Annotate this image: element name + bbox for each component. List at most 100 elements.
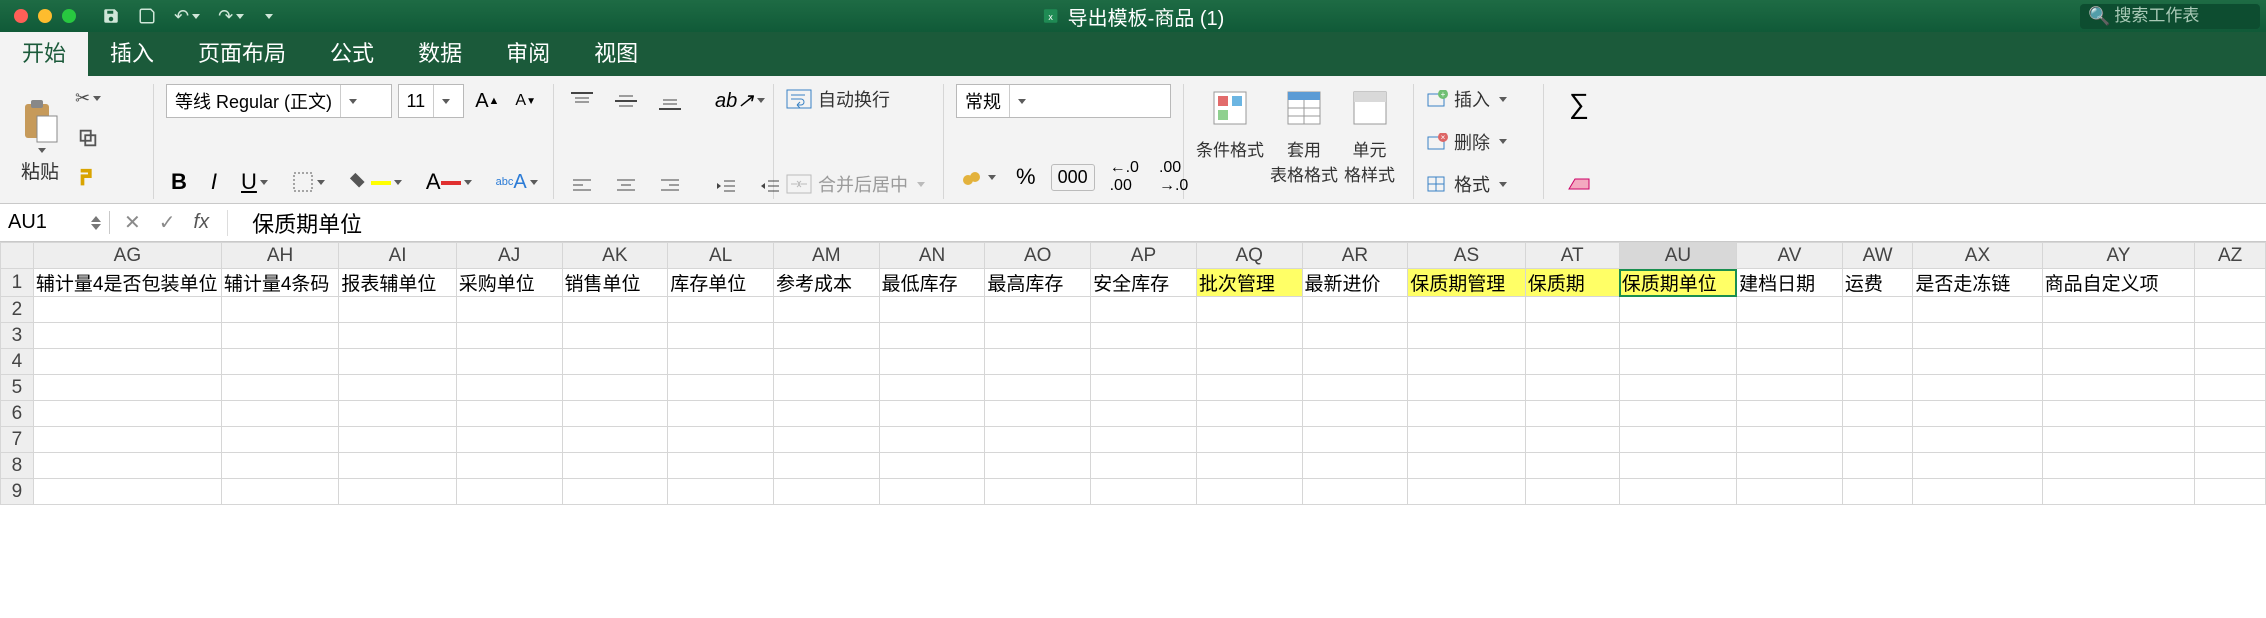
cell[interactable] — [1091, 375, 1197, 401]
column-header[interactable]: AJ — [456, 243, 562, 269]
cell[interactable] — [2042, 479, 2195, 505]
cell[interactable] — [1196, 453, 1302, 479]
qat-customize-icon[interactable] — [262, 14, 273, 19]
cell[interactable] — [1302, 427, 1408, 453]
cell[interactable] — [33, 453, 221, 479]
cell[interactable] — [2195, 453, 2266, 479]
cell[interactable] — [1091, 479, 1197, 505]
column-header[interactable]: AI — [339, 243, 456, 269]
cell[interactable] — [1913, 323, 2042, 349]
cell[interactable] — [1091, 323, 1197, 349]
cell[interactable] — [2042, 453, 2195, 479]
cell[interactable] — [1842, 323, 1912, 349]
cell[interactable] — [1196, 297, 1302, 323]
tab-page-layout[interactable]: 页面布局 — [176, 26, 308, 76]
autosum-button[interactable]: ∑ — [1556, 84, 1602, 124]
increase-font-button[interactable]: A▲ — [470, 86, 504, 117]
cell[interactable] — [773, 401, 879, 427]
cell[interactable] — [879, 453, 985, 479]
cell[interactable]: 最新进价 — [1302, 269, 1408, 297]
cell[interactable] — [1913, 375, 2042, 401]
cell[interactable] — [879, 427, 985, 453]
decrease-font-button[interactable]: A▼ — [510, 88, 541, 114]
cell[interactable] — [562, 297, 668, 323]
cell[interactable] — [33, 401, 221, 427]
row-header[interactable]: 5 — [1, 375, 34, 401]
cell[interactable]: 保质期管理 — [1408, 269, 1525, 297]
formula-bar-input[interactable]: 保质期单位 — [242, 207, 362, 239]
format-cells-button[interactable]: 格式 — [1426, 169, 1531, 199]
cell[interactable]: 是否走冻链 — [1913, 269, 2042, 297]
cell[interactable] — [1913, 297, 2042, 323]
cell[interactable] — [562, 427, 668, 453]
cell[interactable] — [668, 479, 774, 505]
cell[interactable] — [339, 479, 456, 505]
cell[interactable] — [1619, 453, 1736, 479]
row-header[interactable]: 6 — [1, 401, 34, 427]
cell[interactable]: 建档日期 — [1737, 269, 1843, 297]
cell[interactable] — [2195, 479, 2266, 505]
cell[interactable] — [1842, 297, 1912, 323]
cell[interactable] — [33, 323, 221, 349]
cell[interactable] — [1619, 349, 1736, 375]
delete-cells-button[interactable]: × 删除 — [1426, 127, 1531, 157]
row-header[interactable]: 2 — [1, 297, 34, 323]
cell[interactable] — [2042, 349, 2195, 375]
cell[interactable] — [221, 323, 338, 349]
align-top-button[interactable] — [566, 87, 598, 115]
cell[interactable] — [221, 427, 338, 453]
cell[interactable] — [1196, 375, 1302, 401]
cell[interactable] — [668, 453, 774, 479]
orientation-button[interactable]: ab↗ — [710, 84, 770, 117]
cell[interactable] — [339, 349, 456, 375]
cell[interactable] — [1842, 349, 1912, 375]
tab-formulas[interactable]: 公式 — [308, 26, 396, 76]
sheet-search-input[interactable] — [2114, 6, 2252, 26]
font-color-button[interactable]: A — [421, 165, 477, 199]
cell[interactable] — [562, 349, 668, 375]
cell[interactable] — [1408, 349, 1525, 375]
cell[interactable] — [1091, 401, 1197, 427]
cell[interactable] — [985, 479, 1091, 505]
row-header[interactable]: 7 — [1, 427, 34, 453]
cell[interactable] — [1525, 297, 1619, 323]
cell[interactable] — [1913, 479, 2042, 505]
column-header[interactable]: AS — [1408, 243, 1525, 269]
currency-button[interactable] — [956, 163, 1001, 191]
cell[interactable] — [1737, 401, 1843, 427]
cell[interactable] — [985, 427, 1091, 453]
column-header[interactable]: AW — [1842, 243, 1912, 269]
cell[interactable] — [1525, 479, 1619, 505]
cell[interactable] — [1408, 427, 1525, 453]
underline-button[interactable]: U — [236, 165, 273, 199]
sheet-search[interactable]: 🔍 — [2080, 4, 2260, 29]
cell[interactable] — [1196, 479, 1302, 505]
cell[interactable] — [879, 323, 985, 349]
cell[interactable]: 库存单位 — [668, 269, 774, 297]
cell[interactable] — [1302, 479, 1408, 505]
cell[interactable] — [339, 401, 456, 427]
cut-button[interactable]: ✂︎ — [70, 84, 106, 113]
column-header[interactable]: AX — [1913, 243, 2042, 269]
wrap-text-button[interactable]: 自动换行 — [786, 84, 931, 114]
cell[interactable] — [879, 375, 985, 401]
undo-icon[interactable]: ↶ — [174, 6, 200, 27]
save-icon[interactable] — [102, 7, 120, 25]
cell[interactable]: 报表辅单位 — [339, 269, 456, 297]
cell[interactable] — [773, 297, 879, 323]
cell[interactable] — [985, 297, 1091, 323]
tab-data[interactable]: 数据 — [396, 26, 484, 76]
decrease-indent-button[interactable] — [710, 173, 742, 199]
cell[interactable] — [1196, 401, 1302, 427]
cell[interactable] — [668, 349, 774, 375]
cell[interactable] — [456, 297, 562, 323]
align-center-button[interactable] — [610, 173, 642, 199]
cell[interactable] — [221, 349, 338, 375]
cell[interactable] — [2195, 297, 2266, 323]
bold-button[interactable]: B — [166, 165, 192, 199]
increase-decimal-button[interactable]: ←.0.00 — [1105, 155, 1144, 199]
cell[interactable] — [985, 401, 1091, 427]
name-box[interactable]: AU1 — [0, 211, 110, 234]
cell[interactable] — [2042, 401, 2195, 427]
fill-color-button[interactable] — [344, 167, 407, 197]
